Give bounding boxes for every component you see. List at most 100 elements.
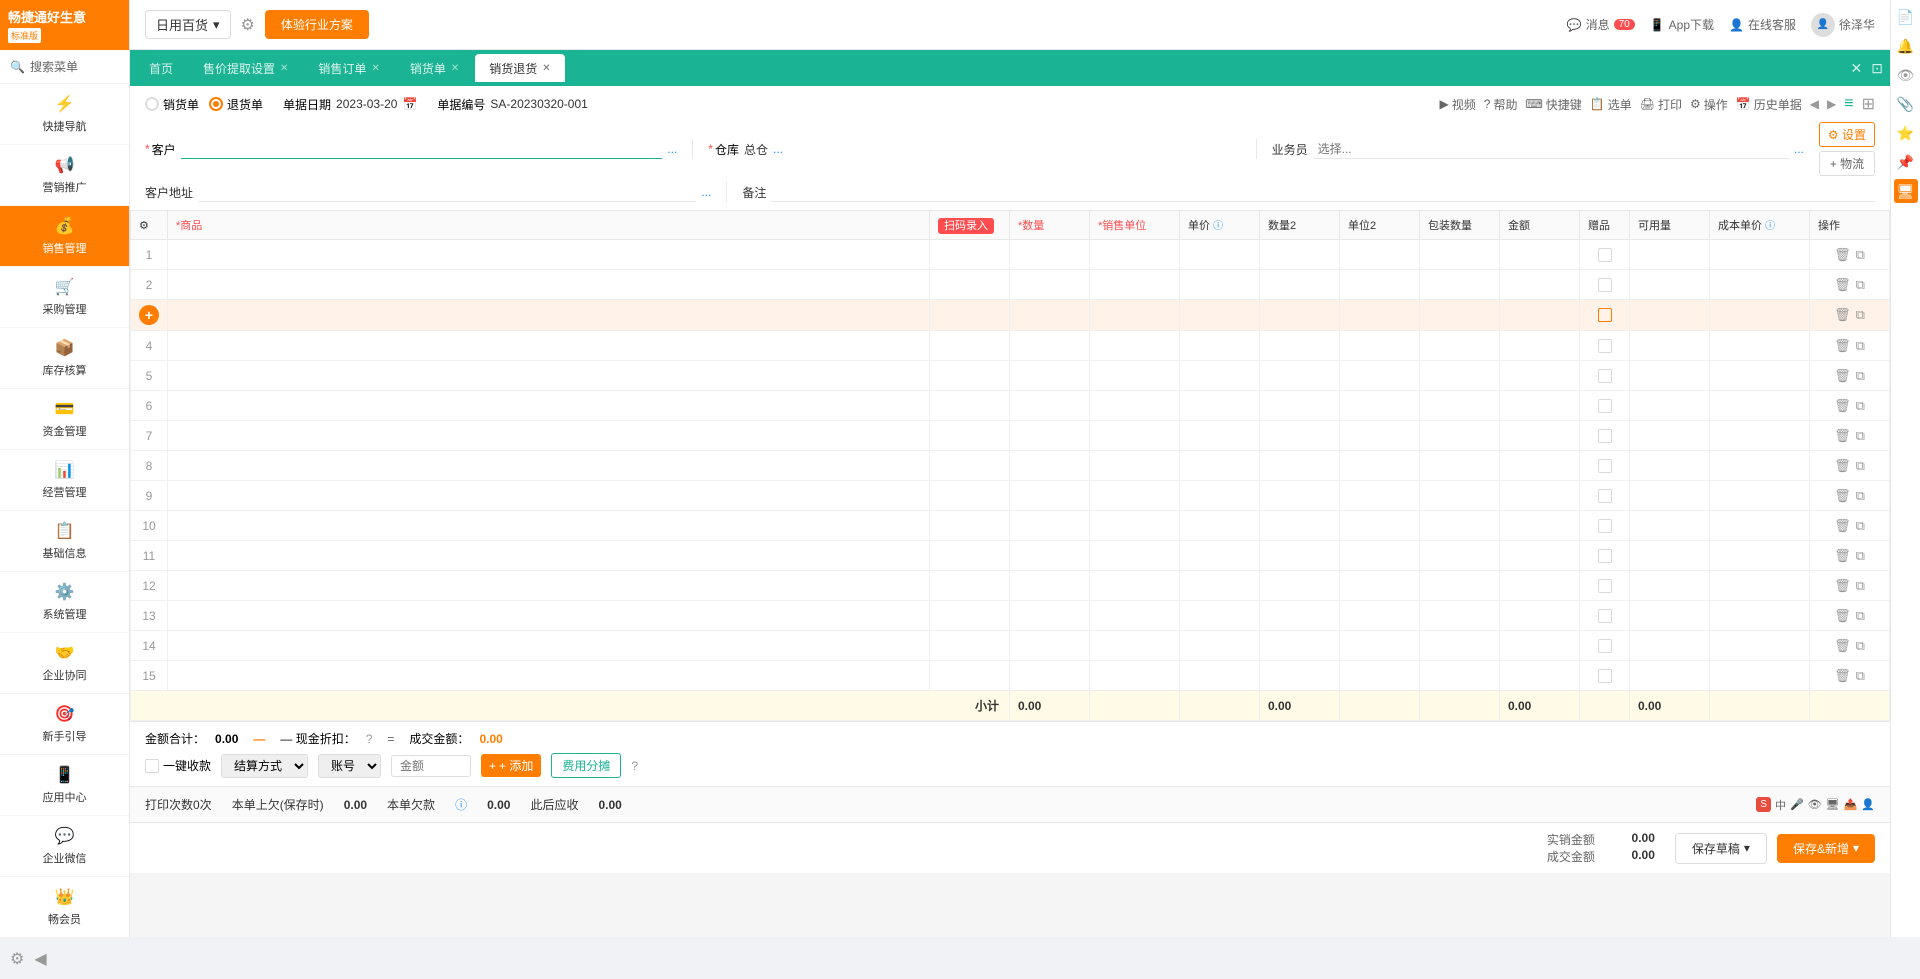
search-menu[interactable]: 🔍 搜索菜单: [0, 50, 129, 84]
add-payment-btn[interactable]: + + 添加: [481, 754, 541, 777]
right-panel-star-icon[interactable]: ⭐: [1894, 121, 1918, 145]
qty2-cell-1[interactable]: [1260, 240, 1340, 270]
pkg-cell-1[interactable]: [1420, 240, 1500, 270]
amount-cell-1[interactable]: [1500, 240, 1580, 270]
topbar-settings-icon[interactable]: ⚙: [241, 15, 255, 35]
delete-icon[interactable]: 🗑: [1834, 668, 1851, 684]
collapse-icon[interactable]: ◀: [34, 949, 46, 969]
sidebar-item-member[interactable]: 👑 畅会员: [0, 877, 129, 938]
close-tab-icon[interactable]: ✕: [1849, 58, 1865, 79]
sidebar-item-basic[interactable]: 📋 基础信息: [0, 511, 129, 572]
calendar-icon[interactable]: 📅: [402, 97, 417, 111]
copy-icon[interactable]: ⧉: [1856, 338, 1865, 354]
radio-return-bill[interactable]: 退货单: [209, 96, 263, 113]
sidebar-item-enterprise[interactable]: 🤝 企业协同: [0, 633, 129, 694]
copy-icon[interactable]: ⧉: [1856, 488, 1865, 504]
tab-home[interactable]: 首页: [135, 54, 187, 82]
operate-btn[interactable]: ⚙ 操作: [1690, 96, 1728, 113]
copy-icon[interactable]: ⧉: [1856, 428, 1865, 444]
tab-sales-return-close[interactable]: ✕: [542, 63, 550, 74]
salesman-input[interactable]: [1313, 140, 1789, 159]
sidebar-item-guide[interactable]: 🎯 新手引导: [0, 694, 129, 755]
copy-icon[interactable]: ⧉: [1856, 548, 1865, 564]
sidebar-item-appstore[interactable]: 📱 应用中心: [0, 755, 129, 816]
address-input[interactable]: [198, 183, 696, 202]
amount-cell-2[interactable]: [1500, 270, 1580, 300]
payment-method-select[interactable]: 结算方式: [221, 754, 308, 778]
history-btn[interactable]: 📅 历史单据: [1736, 96, 1802, 113]
col-settings[interactable]: ⚙: [131, 211, 168, 240]
gift-cell-3[interactable]: [1580, 300, 1630, 331]
right-panel-pin-icon[interactable]: 📌: [1894, 150, 1918, 174]
delete-icon[interactable]: 🗑: [1834, 338, 1851, 354]
sidebar-item-sales[interactable]: 💰 销售管理: [0, 206, 129, 267]
fee-split-question-icon[interactable]: ?: [631, 759, 638, 773]
price-cell-2[interactable]: [1180, 270, 1260, 300]
unit-cell-1[interactable]: [1090, 240, 1180, 270]
list-view-icon[interactable]: ≡: [1844, 95, 1853, 113]
copy-icon[interactable]: ⧉: [1856, 608, 1865, 624]
delete-icon[interactable]: 🗑: [1834, 638, 1851, 654]
delete-icon[interactable]: 🗑: [1834, 398, 1851, 414]
add-row-btn[interactable]: +: [139, 305, 159, 325]
draft-dropdown-icon[interactable]: ▾: [1744, 841, 1750, 855]
copy-icon[interactable]: ⧉: [1856, 458, 1865, 474]
pkg-cell-2[interactable]: [1420, 270, 1500, 300]
prev-record-icon[interactable]: ◀: [1810, 97, 1819, 111]
delete-icon[interactable]: 🗑: [1834, 488, 1851, 504]
settings-bottom-icon[interactable]: ⚙: [10, 949, 24, 969]
user-item[interactable]: 👤 徐泽华: [1811, 13, 1875, 37]
price-cell-1[interactable]: [1180, 240, 1260, 270]
select-btn[interactable]: 📋 选单: [1590, 96, 1632, 113]
copy-icon-2[interactable]: ⧉: [1856, 277, 1865, 293]
copy-icon[interactable]: ⧉: [1856, 368, 1865, 384]
tab-sales-order-close[interactable]: ✕: [371, 63, 379, 74]
pkg-cell-3[interactable]: [1420, 300, 1500, 331]
unit2-cell-2[interactable]: [1340, 270, 1420, 300]
logistics-side-btn[interactable]: + 物流: [1819, 151, 1875, 176]
amount-cell-3[interactable]: [1500, 300, 1580, 331]
delete-icon[interactable]: 🗑: [1834, 518, 1851, 534]
customer-dots[interactable]: ...: [667, 142, 677, 156]
tab-price-settings[interactable]: 售价提取设置 ✕: [189, 54, 302, 82]
delete-icon[interactable]: 🗑: [1834, 608, 1851, 624]
price-cell-3[interactable]: [1180, 300, 1260, 331]
sidebar-item-purchase[interactable]: 🛒 采购管理: [0, 267, 129, 328]
radio-sales-bill[interactable]: 销货单: [145, 96, 199, 113]
qty2-cell-3[interactable]: [1260, 300, 1340, 331]
copy-icon[interactable]: ⧉: [1856, 578, 1865, 594]
tab-sales-bill[interactable]: 销货单 ✕: [396, 54, 473, 82]
print-btn[interactable]: 🖨 打印: [1640, 96, 1682, 113]
address-dots[interactable]: ...: [701, 185, 711, 199]
tab-sales-order[interactable]: 销售订单 ✕: [304, 54, 393, 82]
right-panel-eye-icon[interactable]: 👁: [1894, 63, 1918, 87]
copy-icon[interactable]: ⧉: [1856, 518, 1865, 534]
sidebar-item-marketing[interactable]: 📢 营销推广: [0, 145, 129, 206]
unit-cell-2[interactable]: [1090, 270, 1180, 300]
sidebar-item-inventory[interactable]: 📦 库存核算: [0, 328, 129, 389]
qty-cell-2[interactable]: [1010, 270, 1090, 300]
copy-icon[interactable]: ⧉: [1856, 668, 1865, 684]
save-new-dropdown-icon[interactable]: ▾: [1853, 841, 1859, 855]
delete-icon-1[interactable]: 🗑: [1834, 247, 1851, 263]
add-row-cell[interactable]: +: [131, 300, 168, 331]
tab-price-settings-close[interactable]: ✕: [280, 63, 288, 74]
copy-icon[interactable]: ⧉: [1856, 398, 1865, 414]
gift-cell-2[interactable]: [1580, 270, 1630, 300]
gift-cell-1[interactable]: [1580, 240, 1630, 270]
delete-icon[interactable]: 🗑: [1834, 428, 1851, 444]
goods-cell-1[interactable]: [168, 240, 930, 270]
right-panel-bell-icon[interactable]: 🔔: [1894, 34, 1918, 58]
next-record-icon[interactable]: ▶: [1827, 97, 1836, 111]
goods-cell-3[interactable]: [168, 300, 930, 331]
unit2-cell-3[interactable]: [1340, 300, 1420, 331]
salesman-dots[interactable]: ...: [1794, 142, 1804, 156]
sidebar-item-finance[interactable]: 💳 资金管理: [0, 389, 129, 450]
right-panel-doc-icon[interactable]: 📄: [1894, 5, 1918, 29]
save-draft-btn[interactable]: 保存草稿 ▾: [1675, 833, 1767, 864]
notice-item[interactable]: 💬 消息 70: [1567, 16, 1635, 33]
online-service-item[interactable]: 👤 在线客服: [1729, 16, 1796, 33]
discount-question-icon[interactable]: ?: [366, 732, 373, 746]
goods-cell-2[interactable]: [168, 270, 930, 300]
tab-sales-return[interactable]: 销货退货 ✕: [475, 54, 564, 82]
